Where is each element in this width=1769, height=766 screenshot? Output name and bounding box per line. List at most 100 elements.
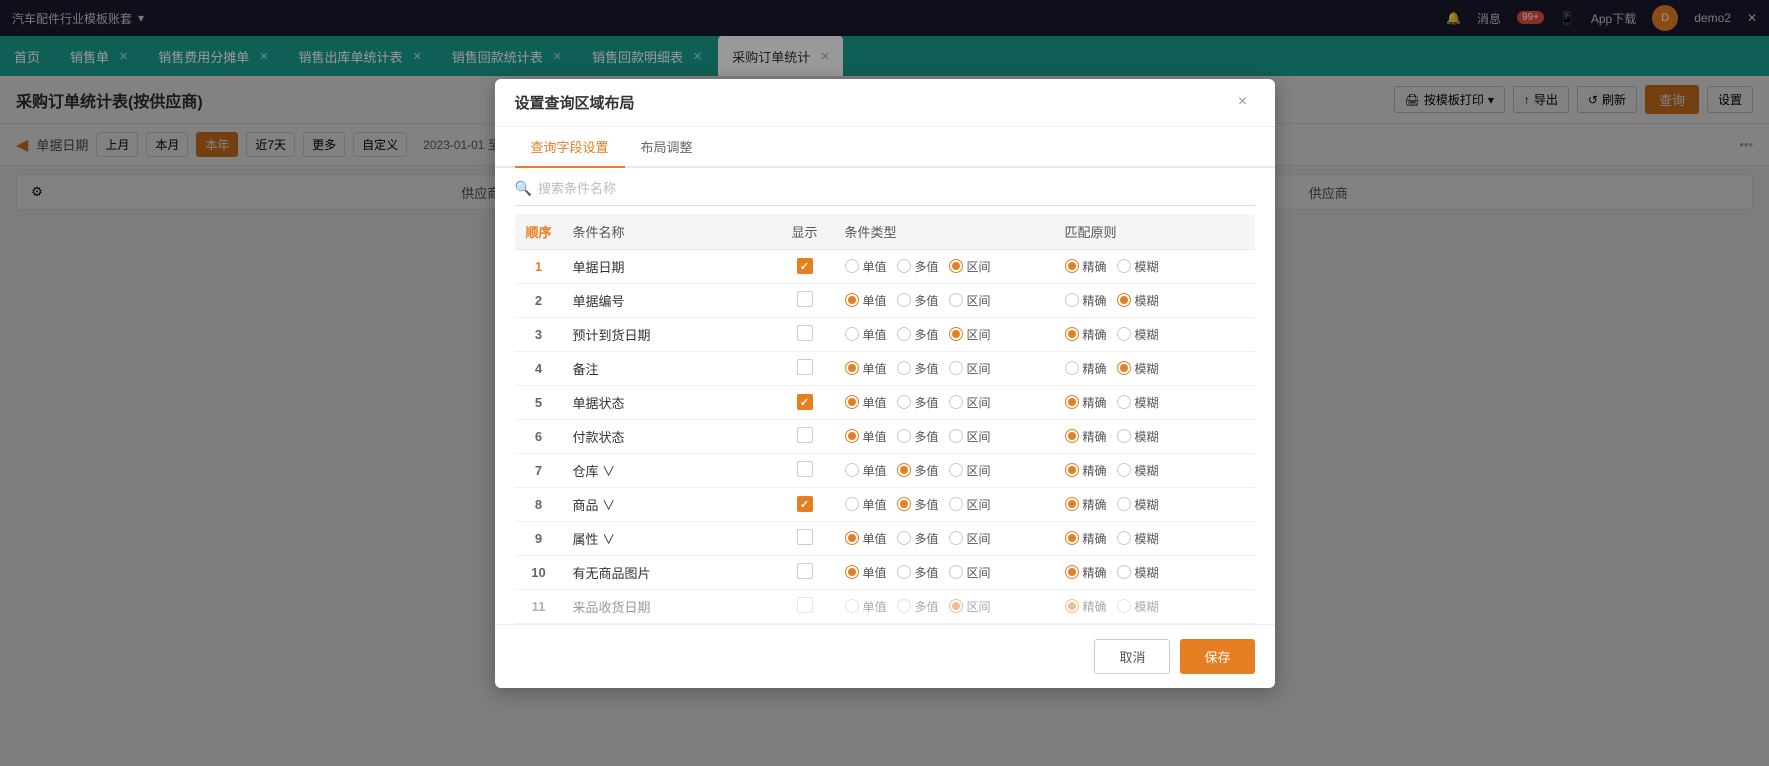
checkbox-2[interactable] xyxy=(797,291,813,307)
radio-match-10-精确[interactable]: 精确 xyxy=(1065,564,1107,581)
row-display-6[interactable] xyxy=(775,419,835,453)
radio-type-10-多值[interactable]: 多值 xyxy=(897,564,939,581)
radio-match-7-精确[interactable]: 精确 xyxy=(1065,462,1107,479)
dialog-close-button[interactable]: × xyxy=(1231,90,1255,114)
row-display-3[interactable] xyxy=(775,317,835,351)
checkbox-6[interactable] xyxy=(797,427,813,443)
radio-match-7-模糊[interactable]: 模糊 xyxy=(1117,462,1159,479)
radio-type-5-单值[interactable]: 单值 xyxy=(845,394,887,411)
radio-type-4-多值[interactable]: 多值 xyxy=(897,360,939,377)
radio-type-9-多值[interactable]: 多值 xyxy=(897,530,939,547)
radio-match-2-模糊[interactable]: 模糊 xyxy=(1117,292,1159,309)
row-display-4[interactable] xyxy=(775,351,835,385)
radio-label: 精确 xyxy=(1083,598,1107,615)
radio-type-5-多值[interactable]: 多值 xyxy=(897,394,939,411)
radio-type-8-区间[interactable]: 区间 xyxy=(949,496,991,513)
radio-match-5-精确[interactable]: 精确 xyxy=(1065,394,1107,411)
checkbox-5[interactable] xyxy=(797,394,813,410)
radio-type-7-多值[interactable]: 多值 xyxy=(897,462,939,479)
radio-outer-icon xyxy=(949,565,963,579)
radio-outer-icon xyxy=(845,599,859,613)
radio-match-11-精确[interactable]: 精确 xyxy=(1065,598,1107,615)
radio-label: 单值 xyxy=(863,326,887,343)
radio-type-2-区间[interactable]: 区间 xyxy=(949,292,991,309)
radio-type-11-单值[interactable]: 单值 xyxy=(845,598,887,615)
dialog-tab-layout[interactable]: 布局调整 xyxy=(625,127,709,168)
radio-type-4-区间[interactable]: 区间 xyxy=(949,360,991,377)
settings-dialog: 设置查询区域布局 × 查询字段设置 布局调整 🔍 xyxy=(495,79,1275,688)
radio-label: 模糊 xyxy=(1135,530,1159,547)
radio-match-3-精确[interactable]: 精确 xyxy=(1065,326,1107,343)
radio-outer-icon xyxy=(1065,429,1079,443)
radio-type-11-多值[interactable]: 多值 xyxy=(897,598,939,615)
radio-match-6-精确[interactable]: 精确 xyxy=(1065,428,1107,445)
radio-type-5-区间[interactable]: 区间 xyxy=(949,394,991,411)
radio-match-8-模糊[interactable]: 模糊 xyxy=(1117,496,1159,513)
radio-match-4-精确[interactable]: 精确 xyxy=(1065,360,1107,377)
conditions-table: 顺序 条件名称 显示 条件类型 匹配原则 1单据日期单值多值区间精确模糊2单据编… xyxy=(515,214,1255,624)
radio-type-9-单值[interactable]: 单值 xyxy=(845,530,887,547)
radio-type-2-多值[interactable]: 多值 xyxy=(897,292,939,309)
radio-label: 精确 xyxy=(1083,326,1107,343)
radio-match-8-精确[interactable]: 精确 xyxy=(1065,496,1107,513)
radio-type-1-区间[interactable]: 区间 xyxy=(949,258,991,275)
radio-type-6-区间[interactable]: 区间 xyxy=(949,428,991,445)
radio-outer-icon xyxy=(949,429,963,443)
radio-type-4-单值[interactable]: 单值 xyxy=(845,360,887,377)
radio-type-1-单值[interactable]: 单值 xyxy=(845,258,887,275)
radio-type-6-单值[interactable]: 单值 xyxy=(845,428,887,445)
radio-type-9-区间[interactable]: 区间 xyxy=(949,530,991,547)
radio-type-7-区间[interactable]: 区间 xyxy=(949,462,991,479)
radio-match-1-模糊[interactable]: 模糊 xyxy=(1117,258,1159,275)
radio-type-2-单值[interactable]: 单值 xyxy=(845,292,887,309)
radio-match-10-模糊[interactable]: 模糊 xyxy=(1117,564,1159,581)
row-display-1[interactable] xyxy=(775,249,835,283)
row-display-2[interactable] xyxy=(775,283,835,317)
radio-label: 多值 xyxy=(915,530,939,547)
radio-match-1-精确[interactable]: 精确 xyxy=(1065,258,1107,275)
row-display-8[interactable] xyxy=(775,487,835,521)
radio-type-7-单值[interactable]: 单值 xyxy=(845,462,887,479)
dialog-tab-query[interactable]: 查询字段设置 xyxy=(515,127,625,168)
checkbox-11[interactable] xyxy=(797,597,813,613)
radio-type-10-单值[interactable]: 单值 xyxy=(845,564,887,581)
save-button[interactable]: 保存 xyxy=(1180,639,1254,674)
radio-type-8-单值[interactable]: 单值 xyxy=(845,496,887,513)
radio-match-4-模糊[interactable]: 模糊 xyxy=(1117,360,1159,377)
checkbox-3[interactable] xyxy=(797,325,813,341)
radio-type-11-区间[interactable]: 区间 xyxy=(949,598,991,615)
checkbox-10[interactable] xyxy=(797,563,813,579)
row-display-11[interactable] xyxy=(775,589,835,623)
row-display-10[interactable] xyxy=(775,555,835,589)
checkbox-1[interactable] xyxy=(797,258,813,274)
radio-match-9-精确[interactable]: 精确 xyxy=(1065,530,1107,547)
radio-match-9-模糊[interactable]: 模糊 xyxy=(1117,530,1159,547)
radio-type-6-多值[interactable]: 多值 xyxy=(897,428,939,445)
radio-type-3-单值[interactable]: 单值 xyxy=(845,326,887,343)
table-row: 10有无商品图片单值多值区间精确模糊 xyxy=(515,555,1255,589)
radio-match-5-模糊[interactable]: 模糊 xyxy=(1117,394,1159,411)
radio-type-3-区间[interactable]: 区间 xyxy=(949,326,991,343)
radio-type-8-多值[interactable]: 多值 xyxy=(897,496,939,513)
radio-type-10-区间[interactable]: 区间 xyxy=(949,564,991,581)
radio-outer-icon xyxy=(1065,361,1079,375)
cancel-button[interactable]: 取消 xyxy=(1094,639,1170,674)
row-display-5[interactable] xyxy=(775,385,835,419)
checkbox-4[interactable] xyxy=(797,359,813,375)
radio-match-6-模糊[interactable]: 模糊 xyxy=(1117,428,1159,445)
radio-outer-icon xyxy=(1065,259,1079,273)
radio-match-2-精确[interactable]: 精确 xyxy=(1065,292,1107,309)
radio-outer-icon xyxy=(1117,565,1131,579)
row-display-7[interactable] xyxy=(775,453,835,487)
radio-type-1-多值[interactable]: 多值 xyxy=(897,258,939,275)
row-display-9[interactable] xyxy=(775,521,835,555)
radio-match-3-模糊[interactable]: 模糊 xyxy=(1117,326,1159,343)
radio-outer-icon xyxy=(845,395,859,409)
checkbox-7[interactable] xyxy=(797,461,813,477)
radio-outer-icon xyxy=(897,259,911,273)
radio-type-3-多值[interactable]: 多值 xyxy=(897,326,939,343)
checkbox-8[interactable] xyxy=(797,496,813,512)
checkbox-9[interactable] xyxy=(797,529,813,545)
search-input[interactable] xyxy=(538,181,1255,196)
radio-match-11-模糊[interactable]: 模糊 xyxy=(1117,598,1159,615)
